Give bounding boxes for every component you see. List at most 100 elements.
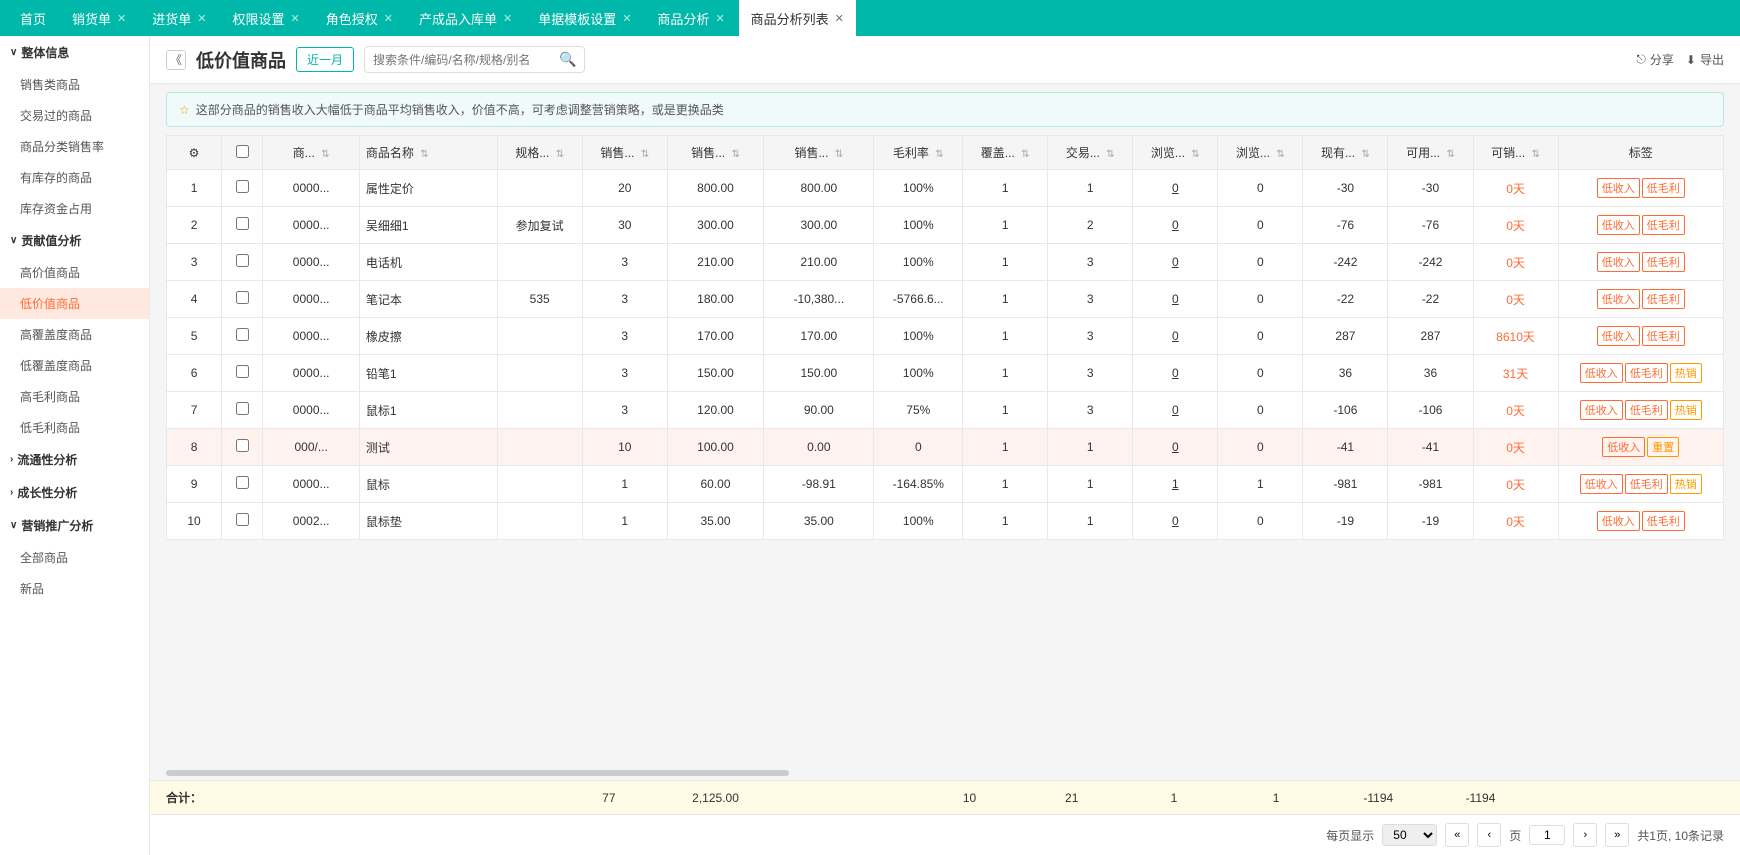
sidebar-item-all-goods[interactable]: 全部商品: [0, 542, 149, 573]
th-gp[interactable]: 毛利率 ⇅: [874, 136, 963, 170]
share-button[interactable]: ⎋ 分享: [1636, 51, 1674, 68]
sidebar-item-has-stock[interactable]: 有库存的商品: [0, 162, 149, 193]
close-icon[interactable]: ✕: [291, 12, 300, 25]
first-page-button[interactable]: «: [1445, 823, 1469, 847]
close-icon[interactable]: ✕: [384, 12, 393, 25]
row-checkbox-cell[interactable]: [222, 281, 263, 318]
nav-stock-in[interactable]: 产成品入库单 ✕: [407, 0, 524, 36]
browse-link[interactable]: 0: [1172, 255, 1179, 269]
sidebar-item-category-rate[interactable]: 商品分类销售率: [0, 131, 149, 162]
row-browse1[interactable]: 0: [1133, 392, 1218, 429]
row-checkbox-cell[interactable]: [222, 355, 263, 392]
sidebar-item-low-value[interactable]: 低价值商品: [0, 288, 149, 319]
nav-home[interactable]: 首页: [8, 0, 58, 36]
browse-link[interactable]: 0: [1172, 292, 1179, 306]
th-browse2[interactable]: 浏览... ⇅: [1218, 136, 1303, 170]
sidebar-section-overall[interactable]: ∨ 整体信息: [0, 36, 149, 69]
row-browse1[interactable]: 0: [1133, 429, 1218, 466]
close-icon[interactable]: ✕: [197, 12, 206, 25]
th-name[interactable]: 商品名称 ⇅: [359, 136, 497, 170]
filter-period-button[interactable]: 近一月: [296, 47, 354, 72]
th-sales2[interactable]: 销售... ⇅: [764, 136, 874, 170]
last-page-button[interactable]: »: [1605, 823, 1629, 847]
browse-link[interactable]: 0: [1172, 440, 1179, 454]
th-check[interactable]: [222, 136, 263, 170]
browse-link[interactable]: 0: [1172, 329, 1179, 343]
row-checkbox-cell[interactable]: [222, 429, 263, 466]
row-checkbox[interactable]: [236, 291, 249, 304]
row-checkbox-cell[interactable]: [222, 503, 263, 540]
row-browse1[interactable]: 0: [1133, 318, 1218, 355]
nav-template[interactable]: 单据模板设置 ✕: [526, 0, 643, 36]
collapse-sidebar-button[interactable]: 《: [166, 50, 186, 70]
row-checkbox[interactable]: [236, 476, 249, 489]
nav-goods-analysis[interactable]: 商品分析 ✕: [645, 0, 736, 36]
sidebar-section-marketing[interactable]: ∨ 营销推广分析: [0, 509, 149, 542]
row-checkbox-cell[interactable]: [222, 207, 263, 244]
row-checkbox[interactable]: [236, 180, 249, 193]
th-cover[interactable]: 覆盖... ⇅: [963, 136, 1048, 170]
row-browse1[interactable]: 0: [1133, 170, 1218, 207]
row-checkbox[interactable]: [236, 402, 249, 415]
sidebar-item-new-goods[interactable]: 新品: [0, 573, 149, 604]
scrollbar-thumb[interactable]: [166, 770, 789, 776]
th-sales-amt[interactable]: 销售... ⇅: [667, 136, 763, 170]
sidebar-item-stock-fund[interactable]: 库存资金占用: [0, 193, 149, 224]
th-avail[interactable]: 可用... ⇅: [1388, 136, 1473, 170]
row-checkbox-cell[interactable]: [222, 170, 263, 207]
th-browse1[interactable]: 浏览... ⇅: [1133, 136, 1218, 170]
browse-link[interactable]: 0: [1172, 218, 1179, 232]
close-icon[interactable]: ✕: [503, 12, 512, 25]
nav-goods-list[interactable]: 商品分析列表 ✕: [739, 0, 856, 36]
horizontal-scrollbar[interactable]: [166, 770, 1724, 776]
close-icon[interactable]: ✕: [117, 12, 126, 25]
page-number-input[interactable]: [1529, 825, 1565, 845]
search-icon[interactable]: 🔍: [559, 51, 576, 68]
browse-link[interactable]: 1: [1172, 477, 1179, 491]
browse-link[interactable]: 0: [1172, 181, 1179, 195]
close-icon[interactable]: ✕: [835, 12, 844, 25]
row-checkbox[interactable]: [236, 513, 249, 526]
browse-link[interactable]: 0: [1172, 366, 1179, 380]
nav-sales[interactable]: 销货单 ✕: [60, 0, 138, 36]
th-sellable[interactable]: 可销... ⇅: [1473, 136, 1558, 170]
sidebar-section-contribution[interactable]: ∨ 贡献值分析: [0, 224, 149, 257]
row-checkbox[interactable]: [236, 365, 249, 378]
row-checkbox-cell[interactable]: [222, 244, 263, 281]
th-gear[interactable]: ⚙: [167, 136, 222, 170]
th-curr[interactable]: 现有... ⇅: [1303, 136, 1388, 170]
sidebar-item-traded-goods[interactable]: 交易过的商品: [0, 100, 149, 131]
sidebar-item-high-coverage[interactable]: 高覆盖度商品: [0, 319, 149, 350]
row-checkbox[interactable]: [236, 439, 249, 452]
sidebar-section-circulation[interactable]: › 流通性分析: [0, 443, 149, 476]
sidebar-item-sales-goods[interactable]: 销售类商品: [0, 69, 149, 100]
sidebar-item-low-coverage[interactable]: 低覆盖度商品: [0, 350, 149, 381]
row-checkbox-cell[interactable]: [222, 392, 263, 429]
nav-permission[interactable]: 权限设置 ✕: [220, 0, 311, 36]
sidebar-item-high-value[interactable]: 高价值商品: [0, 257, 149, 288]
row-browse1[interactable]: 0: [1133, 503, 1218, 540]
row-browse1[interactable]: 0: [1133, 281, 1218, 318]
th-spec[interactable]: 规格... ⇅: [497, 136, 582, 170]
next-page-button[interactable]: ›: [1573, 823, 1597, 847]
row-checkbox[interactable]: [236, 254, 249, 267]
th-sales-qty[interactable]: 销售... ⇅: [582, 136, 667, 170]
row-browse1[interactable]: 0: [1133, 355, 1218, 392]
prev-page-button[interactable]: ‹: [1477, 823, 1501, 847]
browse-link[interactable]: 0: [1172, 514, 1179, 528]
sidebar-item-high-profit[interactable]: 高毛利商品: [0, 381, 149, 412]
select-all-checkbox[interactable]: [236, 145, 249, 158]
export-button[interactable]: ⬇ 导出: [1686, 51, 1724, 68]
close-icon[interactable]: ✕: [622, 12, 631, 25]
page-size-select[interactable]: 50 100 200: [1382, 824, 1437, 846]
row-checkbox-cell[interactable]: [222, 318, 263, 355]
browse-link[interactable]: 0: [1172, 403, 1179, 417]
sidebar-section-growth[interactable]: › 成长性分析: [0, 476, 149, 509]
th-code[interactable]: 商... ⇅: [263, 136, 359, 170]
sidebar-item-low-profit[interactable]: 低毛利商品: [0, 412, 149, 443]
row-browse1[interactable]: 0: [1133, 207, 1218, 244]
close-icon[interactable]: ✕: [715, 12, 724, 25]
search-input[interactable]: [373, 53, 553, 67]
th-trade[interactable]: 交易... ⇅: [1048, 136, 1133, 170]
row-checkbox[interactable]: [236, 217, 249, 230]
